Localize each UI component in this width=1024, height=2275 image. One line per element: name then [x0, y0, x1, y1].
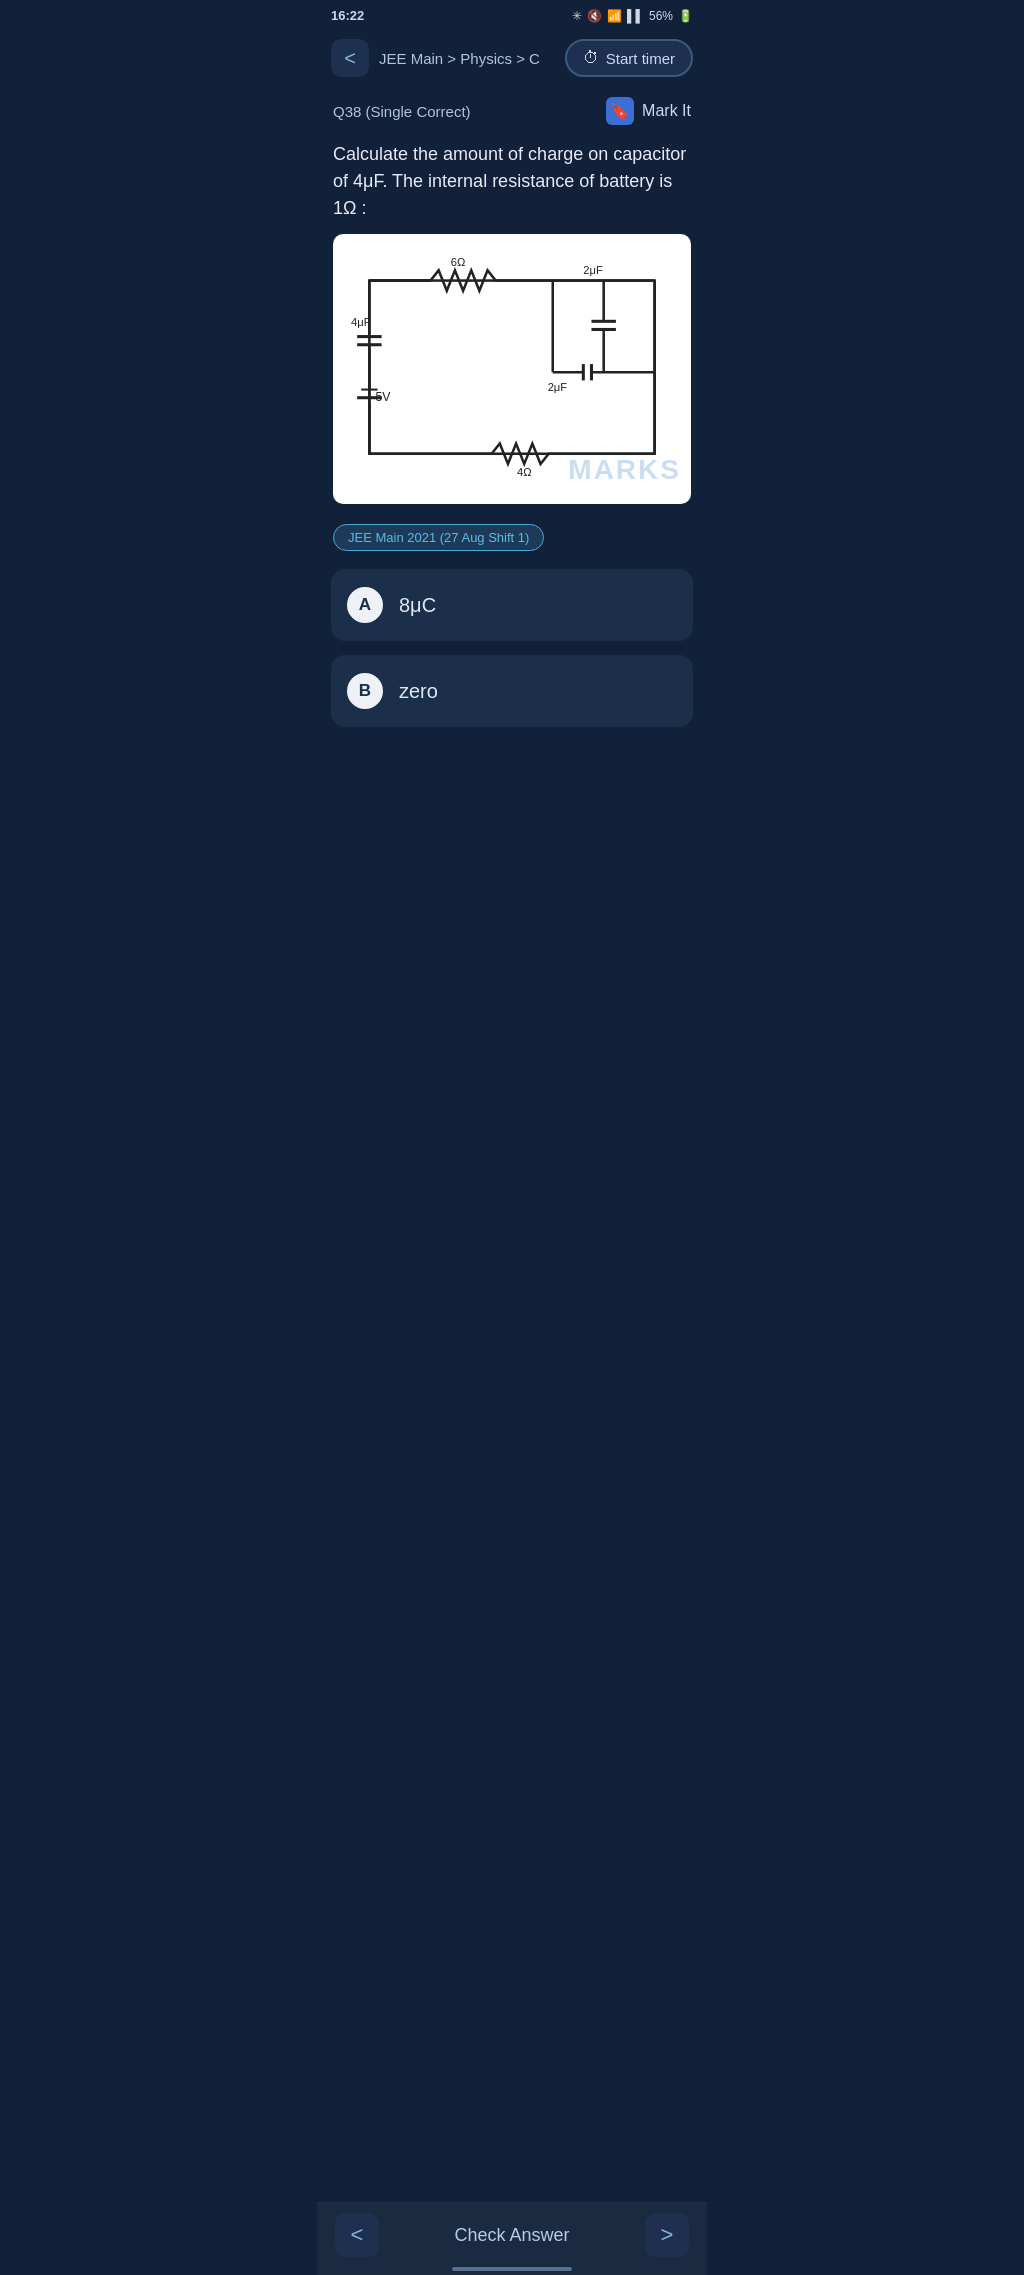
- battery-label: 56%: [649, 9, 673, 23]
- mute-icon: 🔇: [587, 9, 602, 23]
- svg-text:6Ω: 6Ω: [451, 256, 466, 268]
- circuit-diagram: 4μF 6Ω 2μF 2μF: [333, 234, 691, 504]
- chevron-left-icon: <: [344, 47, 356, 70]
- option-a-circle: A: [347, 587, 383, 623]
- nav-bar: < JEE Main > Physics > C ⏱ Start timer: [317, 29, 707, 87]
- status-bar: 16:22 ✳ 🔇 📶 ▌▌ 56% 🔋: [317, 0, 707, 29]
- wifi-icon: 📶: [607, 9, 622, 23]
- option-b-text: zero: [399, 680, 438, 703]
- start-timer-label: Start timer: [606, 50, 675, 67]
- option-b-circle: B: [347, 673, 383, 709]
- question-meta: Q38 (Single Correct) 🔖 Mark It: [317, 87, 707, 133]
- start-timer-button[interactable]: ⏱ Start timer: [565, 39, 693, 77]
- mark-it-label: Mark It: [642, 102, 691, 120]
- signal-icon: ▌▌: [627, 9, 644, 23]
- mark-it-button[interactable]: 🔖 Mark It: [606, 97, 691, 125]
- timer-icon: ⏱: [583, 49, 599, 67]
- status-time: 16:22: [331, 8, 364, 23]
- option-b[interactable]: B zero: [331, 655, 693, 727]
- svg-text:4Ω: 4Ω: [517, 466, 532, 478]
- bluetooth-icon: ✳: [572, 9, 582, 23]
- question-label: Q38 (Single Correct): [333, 103, 471, 120]
- circuit-svg: 4μF 6Ω 2μF 2μF: [349, 250, 675, 484]
- question-text: Calculate the amount of charge on capaci…: [317, 133, 707, 234]
- battery-icon: 🔋: [678, 9, 693, 23]
- back-button[interactable]: <: [331, 39, 369, 77]
- svg-text:5V: 5V: [375, 390, 391, 404]
- option-a[interactable]: A 8μC: [331, 569, 693, 641]
- bookmark-icon: 🔖: [606, 97, 634, 125]
- breadcrumb: JEE Main > Physics > C: [379, 50, 555, 67]
- svg-text:2μF: 2μF: [583, 264, 603, 276]
- options-container: A 8μC B zero: [317, 569, 707, 727]
- status-icons: ✳ 🔇 📶 ▌▌ 56% 🔋: [572, 9, 693, 23]
- question-tag: JEE Main 2021 (27 Aug Shift 1): [333, 524, 544, 551]
- svg-rect-0: [369, 281, 654, 454]
- svg-text:2μF: 2μF: [548, 381, 568, 393]
- svg-text:4μF: 4μF: [351, 316, 371, 328]
- option-a-text: 8μC: [399, 594, 436, 617]
